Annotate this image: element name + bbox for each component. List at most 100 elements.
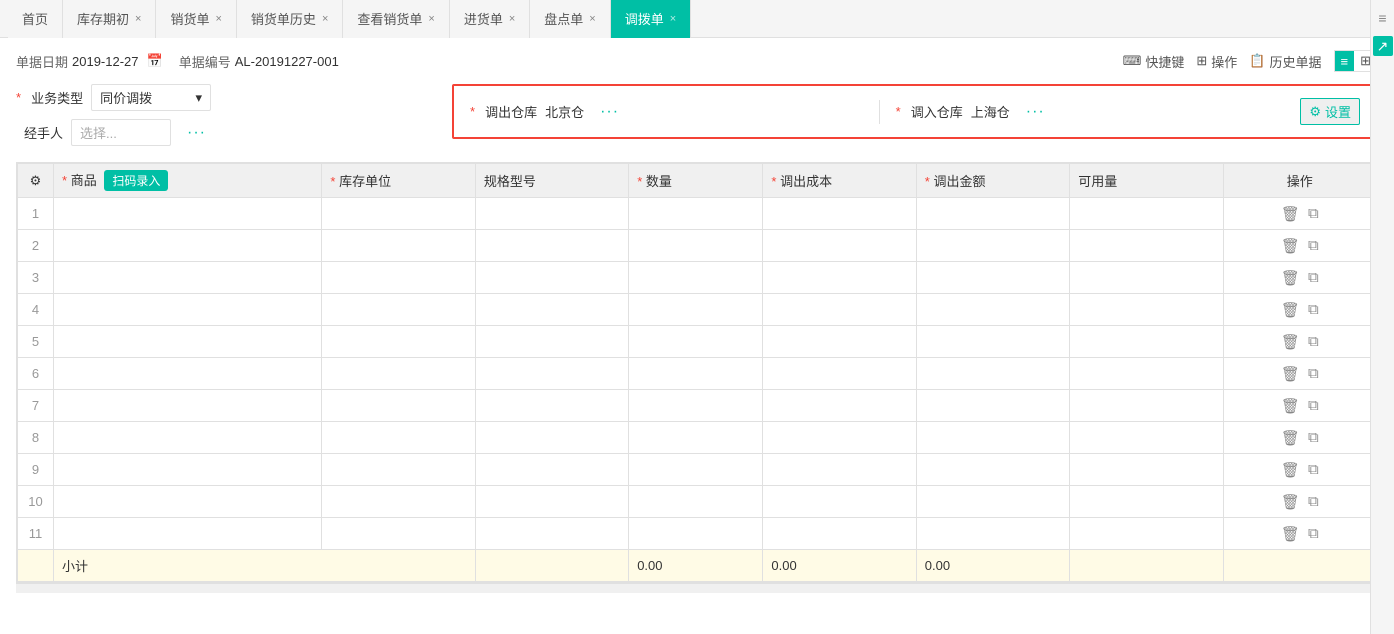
table-row: 2 🗑⧉ — [18, 230, 1377, 262]
close-icon[interactable]: × — [215, 13, 221, 25]
transfer-out-label: 调出仓库 — [485, 102, 537, 121]
copy-icon[interactable]: ⧉ — [1308, 205, 1319, 222]
th-product: * 商品 扫码录入 — [54, 164, 322, 198]
operation-icon: ⊞ — [1196, 53, 1207, 69]
main-content: 单据日期 2019-12-27 📅 单据编号 AL-20191227-001 ⌨… — [0, 38, 1394, 605]
business-type-dropdown[interactable]: 同价调拨 ▾ — [91, 84, 211, 111]
copy-icon[interactable]: ⧉ — [1308, 493, 1319, 510]
table-row: 11 🗑⧉ — [18, 518, 1377, 550]
tab-sales-history[interactable]: 销货单历史 × — [237, 0, 343, 38]
table-row: 8 🗑⧉ — [18, 422, 1377, 454]
transfer-out-more-btn[interactable]: ··· — [600, 103, 619, 121]
delete-icon[interactable]: 🗑 — [1281, 333, 1300, 351]
delete-icon[interactable]: 🗑 — [1281, 525, 1300, 543]
list-view-btn[interactable]: ≡ — [1335, 51, 1355, 71]
history-icon: 📋 — [1249, 53, 1265, 69]
required-mark-out: * — [470, 104, 475, 119]
cell-amount-1[interactable] — [916, 198, 1069, 230]
header-left: 单据日期 2019-12-27 📅 单据编号 AL-20191227-001 — [16, 52, 339, 71]
cell-unit-1[interactable] — [322, 198, 475, 230]
required-mark-in: * — [896, 104, 901, 119]
delete-icon[interactable]: 🗑 — [1281, 269, 1300, 287]
gear-icon: ⚙ — [30, 173, 42, 188]
operation-btn[interactable]: ⊞ 操作 — [1196, 52, 1237, 71]
cell-product-1[interactable] — [54, 198, 322, 230]
transfer-out-value[interactable]: 北京仓 — [545, 102, 584, 121]
delete-icon[interactable]: 🗑 — [1281, 429, 1300, 447]
tab-inventory-check[interactable]: 盘点单 × — [530, 0, 610, 38]
delete-icon[interactable]: 🗑 — [1281, 205, 1300, 223]
delete-icon[interactable]: 🗑 — [1281, 493, 1300, 511]
subtotal-amount: 0.00 — [916, 550, 1069, 582]
history-btn[interactable]: 📋 历史单据 — [1249, 52, 1321, 71]
copy-icon[interactable]: ⧉ — [1308, 525, 1319, 542]
main-table: ⚙ * 商品 扫码录入 * 库存单位 规格型号 * 数量 — [17, 163, 1377, 582]
copy-icon[interactable]: ⧉ — [1308, 397, 1319, 414]
tab-transfer[interactable]: 调拨单 × — [611, 0, 691, 38]
shortcut-btn[interactable]: ⌨ 快捷键 — [1123, 52, 1185, 71]
tab-sales-order[interactable]: 销货单 × — [156, 0, 236, 38]
sidebar-list-icon[interactable]: ≡ — [1373, 8, 1393, 28]
handler-more-btn[interactable]: ··· — [187, 124, 206, 142]
subtotal-qty: 0.00 — [629, 550, 763, 582]
business-type-row: * 业务类型 同价调拨 ▾ — [16, 84, 436, 111]
close-icon[interactable]: × — [589, 13, 595, 25]
tab-view-sales[interactable]: 查看销货单 × — [343, 0, 449, 38]
table-container: ⚙ * 商品 扫码录入 * 库存单位 规格型号 * 数量 — [16, 162, 1378, 583]
cell-available-1[interactable] — [1070, 198, 1223, 230]
row-num: 1 — [18, 198, 54, 230]
delete-icon[interactable]: 🗑 — [1281, 461, 1300, 479]
close-icon[interactable]: × — [428, 13, 434, 25]
right-sidebar: ≡ ↗ — [1370, 0, 1394, 634]
cell-spec-1[interactable] — [475, 198, 628, 230]
form-section: * 业务类型 同价调拨 ▾ 经手人 选择... ··· * 调出仓库 — [16, 84, 1378, 154]
th-spec: 规格型号 — [475, 164, 628, 198]
close-icon[interactable]: × — [509, 13, 515, 25]
business-type-value: 同价调拨 — [100, 88, 152, 107]
subtotal-label: 小计 — [54, 550, 476, 582]
settings-button[interactable]: ⚙ 设置 — [1300, 98, 1360, 125]
header-right: ⌨ 快捷键 ⊞ 操作 📋 历史单据 ≡ ⊞ — [1123, 50, 1378, 72]
delete-icon[interactable]: 🗑 — [1281, 397, 1300, 415]
copy-icon[interactable]: ⧉ — [1308, 237, 1319, 254]
calendar-icon[interactable]: 📅 — [147, 53, 163, 69]
table-row: 6 🗑⧉ — [18, 358, 1377, 390]
close-icon[interactable]: × — [135, 13, 141, 25]
delete-icon[interactable]: 🗑 — [1281, 237, 1300, 255]
cell-op-1: 🗑 ⧉ — [1223, 198, 1376, 230]
copy-icon[interactable]: ⧉ — [1308, 461, 1319, 478]
transfer-in-label: 调入仓库 — [911, 102, 963, 121]
handler-label: 经手人 — [24, 123, 63, 142]
cell-cost-1[interactable] — [763, 198, 916, 230]
transfer-in-value[interactable]: 上海仓 — [971, 102, 1010, 121]
delete-icon[interactable]: 🗑 — [1281, 301, 1300, 319]
transfer-in-more-btn[interactable]: ··· — [1026, 103, 1045, 121]
table-row: 3 🗑⧉ — [18, 262, 1377, 294]
sidebar-export-icon[interactable]: ↗ — [1373, 36, 1393, 56]
table-row: 5 🗑⧉ — [18, 326, 1377, 358]
scan-button[interactable]: 扫码录入 — [104, 170, 168, 191]
date-label: 单据日期 — [16, 52, 68, 71]
copy-icon[interactable]: ⧉ — [1308, 333, 1319, 350]
th-settings[interactable]: ⚙ — [18, 164, 54, 198]
copy-icon[interactable]: ⧉ — [1308, 365, 1319, 382]
tab-purchase[interactable]: 进货单 × — [450, 0, 530, 38]
tab-bar: 首页 库存期初 × 销货单 × 销货单历史 × 查看销货单 × 进货单 × 盘点… — [0, 0, 1394, 38]
date-value[interactable]: 2019-12-27 — [72, 54, 139, 69]
gear-icon: ⚙ — [1309, 104, 1321, 120]
th-qty: * 数量 — [629, 164, 763, 198]
copy-icon[interactable]: ⧉ — [1308, 301, 1319, 318]
delete-icon[interactable]: 🗑 — [1281, 365, 1300, 383]
cell-qty-1[interactable] — [629, 198, 763, 230]
th-unit: * 库存单位 — [322, 164, 475, 198]
copy-icon[interactable]: ⧉ — [1308, 429, 1319, 446]
horizontal-scrollbar[interactable] — [16, 583, 1378, 593]
handler-placeholder[interactable]: 选择... — [71, 119, 171, 146]
copy-icon[interactable]: ⧉ — [1308, 269, 1319, 286]
tab-inventory-init[interactable]: 库存期初 × — [63, 0, 156, 38]
close-icon[interactable]: × — [670, 13, 676, 25]
close-icon[interactable]: × — [322, 13, 328, 25]
th-amount: * 调出金额 — [916, 164, 1069, 198]
business-type-label: 业务类型 — [31, 88, 83, 107]
tab-home[interactable]: 首页 — [8, 0, 63, 38]
